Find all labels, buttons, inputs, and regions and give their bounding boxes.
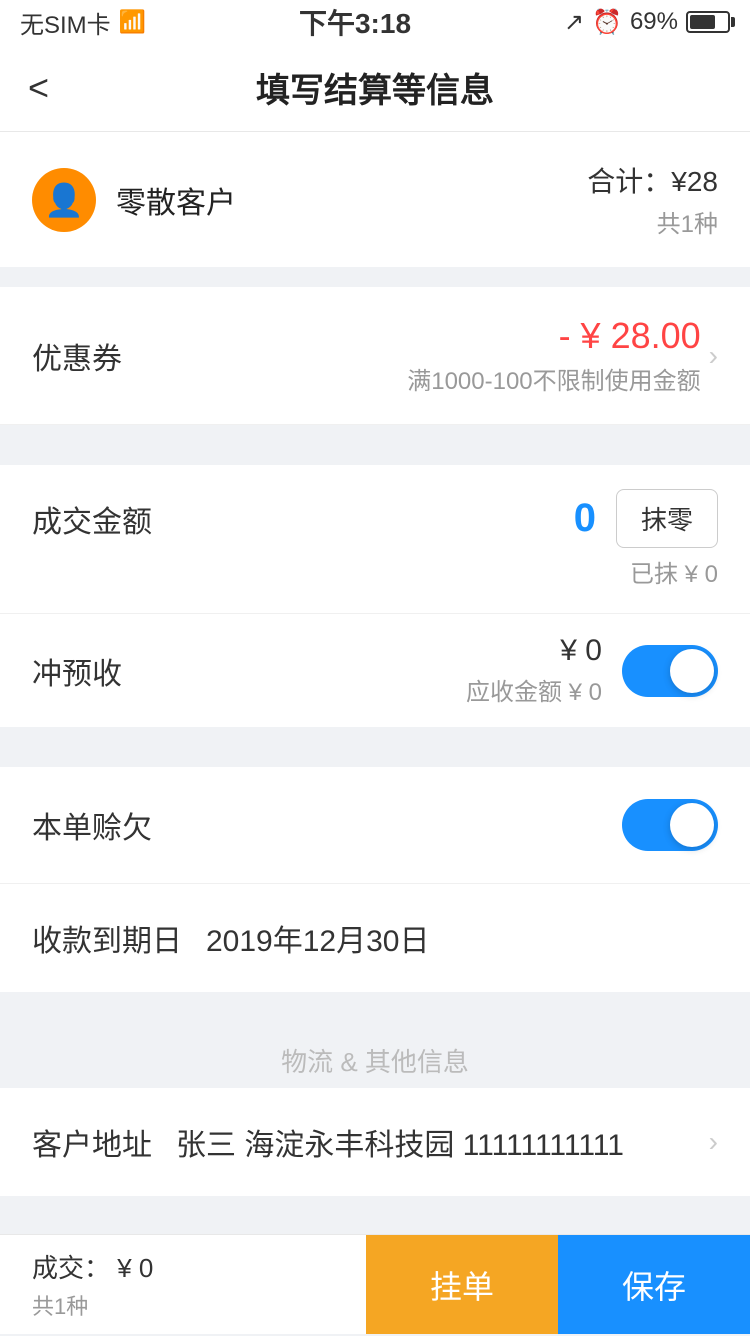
- due-date-value: 2019年12月30日: [206, 916, 429, 960]
- coupon-desc: 满1000-100不限制使用金额: [407, 361, 700, 396]
- coupon-right: - ¥ 28.00 满1000-100不限制使用金额 ›: [407, 315, 718, 396]
- customer-count: 共1种: [587, 204, 718, 239]
- coupon-values: - ¥ 28.00 满1000-100不限制使用金额: [407, 315, 700, 396]
- transaction-value[interactable]: 0: [574, 496, 596, 541]
- status-left: 无SIM卡 📶: [20, 5, 146, 40]
- avatar: 👤: [32, 168, 96, 232]
- content: 👤 零散客户 合计：¥28 共1种 优惠券 - ¥ 28.00 满1000-10…: [0, 132, 750, 1336]
- status-right: ↗ ⏰ 69%: [564, 8, 730, 37]
- coupon-row[interactable]: 优惠券 - ¥ 28.00 满1000-100不限制使用金额 ›: [0, 287, 750, 425]
- section-separator-2: [0, 747, 750, 767]
- status-bar: 无SIM卡 📶 下午3:18 ↗ ⏰ 69%: [0, 0, 750, 44]
- round-button[interactable]: 抹零: [616, 489, 718, 548]
- transaction-section: 成交金额 0 抹零 已抹 ¥ 0 冲预收 ¥ 0 应收金额 ¥ 0: [0, 465, 750, 727]
- due-date-row[interactable]: 收款到期日 2019年12月30日: [0, 884, 750, 992]
- customer-right: 合计：¥28 共1种: [587, 160, 718, 239]
- debt-section: 本单赊欠 收款到期日 2019年12月30日: [0, 767, 750, 992]
- amount-main: 成交金额 0 抹零: [32, 489, 718, 548]
- alarm-icon: ⏰: [592, 8, 622, 37]
- prepay-right: ¥ 0 应收金额 ¥ 0: [466, 634, 718, 707]
- customer-left: 👤 零散客户: [32, 168, 236, 232]
- pending-button[interactable]: 挂单: [366, 1235, 558, 1334]
- section-separator-3: [0, 1012, 750, 1032]
- prepay-label: 冲预收: [32, 649, 122, 693]
- transaction-amount-row: 成交金额 0 抹零 已抹 ¥ 0: [0, 465, 750, 614]
- prepay-receivable: 应收金额 ¥ 0: [466, 672, 602, 707]
- customer-total: 合计：¥28: [587, 160, 718, 200]
- debt-toggle[interactable]: [622, 799, 718, 851]
- bottom-transaction-label: 成交： ¥ 0: [32, 1248, 334, 1285]
- save-button[interactable]: 保存: [558, 1235, 750, 1334]
- wifi-icon: 📶: [119, 9, 146, 35]
- address-label: 客户地址: [32, 1120, 152, 1164]
- prepay-toggle[interactable]: [622, 645, 718, 697]
- prepay-values: ¥ 0 应收金额 ¥ 0: [466, 634, 602, 707]
- carrier-text: 无SIM卡: [20, 5, 111, 40]
- address-row[interactable]: 客户地址 张三 海淀永丰科技园 11111111111 ›: [0, 1088, 750, 1196]
- transaction-right: 0 抹零: [574, 489, 718, 548]
- nav-bar: < 填写结算等信息: [0, 44, 750, 132]
- debt-label: 本单赊欠: [32, 803, 152, 847]
- coupon-label: 优惠券: [32, 334, 122, 378]
- debt-row: 本单赊欠: [0, 767, 750, 884]
- chevron-right-icon: ›: [709, 340, 718, 372]
- battery-icon: [686, 11, 730, 33]
- page-title: 填写结算等信息: [256, 63, 494, 112]
- debt-toggle-knob: [670, 803, 714, 847]
- customer-name: 零散客户: [116, 178, 236, 222]
- battery-percent: 69%: [630, 8, 678, 36]
- amount-sub: 已抹 ¥ 0: [32, 548, 718, 605]
- transaction-label: 成交金额: [32, 497, 152, 541]
- bottom-bar: 成交： ¥ 0 共1种 挂单 保存: [0, 1234, 750, 1334]
- toggle-knob: [670, 649, 714, 693]
- customer-row: 👤 零散客户 合计：¥28 共1种: [0, 132, 750, 267]
- bottom-btn-group: 挂单 保存: [366, 1235, 750, 1334]
- logistics-section-header: 物流 & 其他信息: [0, 1032, 750, 1088]
- prepay-row: 冲预收 ¥ 0 应收金额 ¥ 0: [0, 614, 750, 727]
- battery-fill: [690, 15, 715, 29]
- gps-icon: ↗: [564, 8, 584, 37]
- due-label: 收款到期日: [32, 916, 182, 960]
- prepay-amount: ¥ 0: [466, 634, 602, 668]
- address-chevron-icon: ›: [709, 1126, 718, 1158]
- address-value: 张三 海淀永丰科技园 11111111111: [176, 1120, 709, 1164]
- bottom-count-label: 共1种: [32, 1289, 334, 1321]
- back-button[interactable]: <: [28, 67, 49, 109]
- bottom-info: 成交： ¥ 0 共1种: [0, 1235, 366, 1334]
- status-time: 下午3:18: [299, 2, 411, 42]
- section-separator-1: [0, 445, 750, 465]
- logistics-label: 物流 & 其他信息: [281, 1042, 469, 1079]
- coupon-amount: - ¥ 28.00: [407, 315, 700, 357]
